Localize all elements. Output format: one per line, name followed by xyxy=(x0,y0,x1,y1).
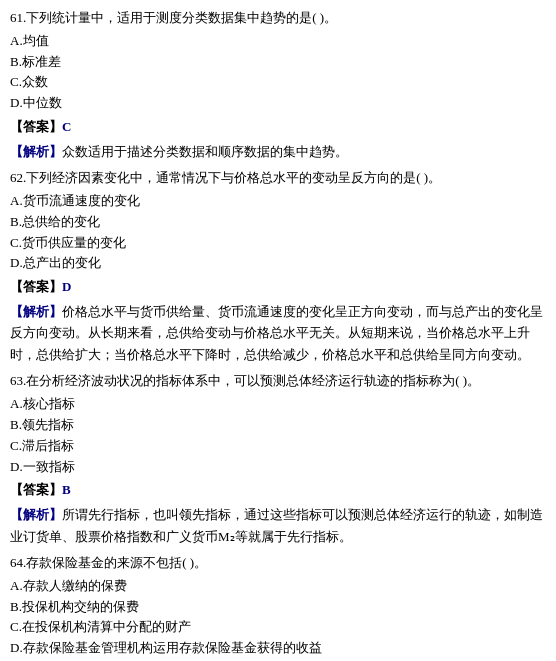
q61-answer: 【答案】C xyxy=(10,117,546,138)
q62-option-d: D.总产出的变化 xyxy=(10,253,546,274)
q62-option-c: C.货币供应量的变化 xyxy=(10,233,546,254)
q64-option-d: D.存款保险基金管理机构运用存款保险基金获得的收益 xyxy=(10,638,546,659)
q61-option-b: B.标准差 xyxy=(10,52,546,73)
q61-option-d: D.中位数 xyxy=(10,93,546,114)
q63-option-a: A.核心指标 xyxy=(10,394,546,415)
q64-option-c: C.在投保机构清算中分配的财产 xyxy=(10,617,546,638)
q64-option-b: B.投保机构交纳的保费 xyxy=(10,597,546,618)
q62-answer: 【答案】D xyxy=(10,277,546,298)
q62-option-b: B.总供给的变化 xyxy=(10,212,546,233)
q63-option-b: B.领先指标 xyxy=(10,415,546,436)
q61-title: 61.下列统计量中，适用于测度分类数据集中趋势的是( )。 xyxy=(10,8,546,29)
q63-analysis: 【解析】所谓先行指标，也叫领先指标，通过这些指标可以预测总体经济运行的轨迹，如制… xyxy=(10,504,546,547)
question-64: 64.存款保险基金的来源不包括( )。 A.存款人缴纳的保费 B.投保机构交纳的… xyxy=(10,553,546,661)
question-61: 61.下列统计量中，适用于测度分类数据集中趋势的是( )。 A.均值 B.标准差… xyxy=(10,8,546,162)
q61-option-a: A.均值 xyxy=(10,31,546,52)
question-63: 63.在分析经济波动状况的指标体系中，可以预测总体经济运行轨迹的指标称为( )。… xyxy=(10,371,546,547)
q63-option-d: D.一致指标 xyxy=(10,457,546,478)
q63-title: 63.在分析经济波动状况的指标体系中，可以预测总体经济运行轨迹的指标称为( )。 xyxy=(10,371,546,392)
question-62: 62.下列经济因素变化中，通常情况下与价格总水平的变动呈反方向的是( )。 A.… xyxy=(10,168,546,365)
q62-title: 62.下列经济因素变化中，通常情况下与价格总水平的变动呈反方向的是( )。 xyxy=(10,168,546,189)
q63-option-c: C.滞后指标 xyxy=(10,436,546,457)
q64-option-a: A.存款人缴纳的保费 xyxy=(10,576,546,597)
q64-title: 64.存款保险基金的来源不包括( )。 xyxy=(10,553,546,574)
q62-analysis: 【解析】价格总水平与货币供给量、货币流通速度的变化呈正方向变动，而与总产出的变化… xyxy=(10,301,546,365)
q61-analysis: 【解析】众数适用于描述分类数据和顺序数据的集中趋势。 xyxy=(10,141,546,162)
q63-answer: 【答案】B xyxy=(10,480,546,501)
q62-option-a: A.货币流通速度的变化 xyxy=(10,191,546,212)
q61-option-c: C.众数 xyxy=(10,72,546,93)
page-content: 61.下列统计量中，适用于测度分类数据集中趋势的是( )。 A.均值 B.标准差… xyxy=(10,8,546,661)
